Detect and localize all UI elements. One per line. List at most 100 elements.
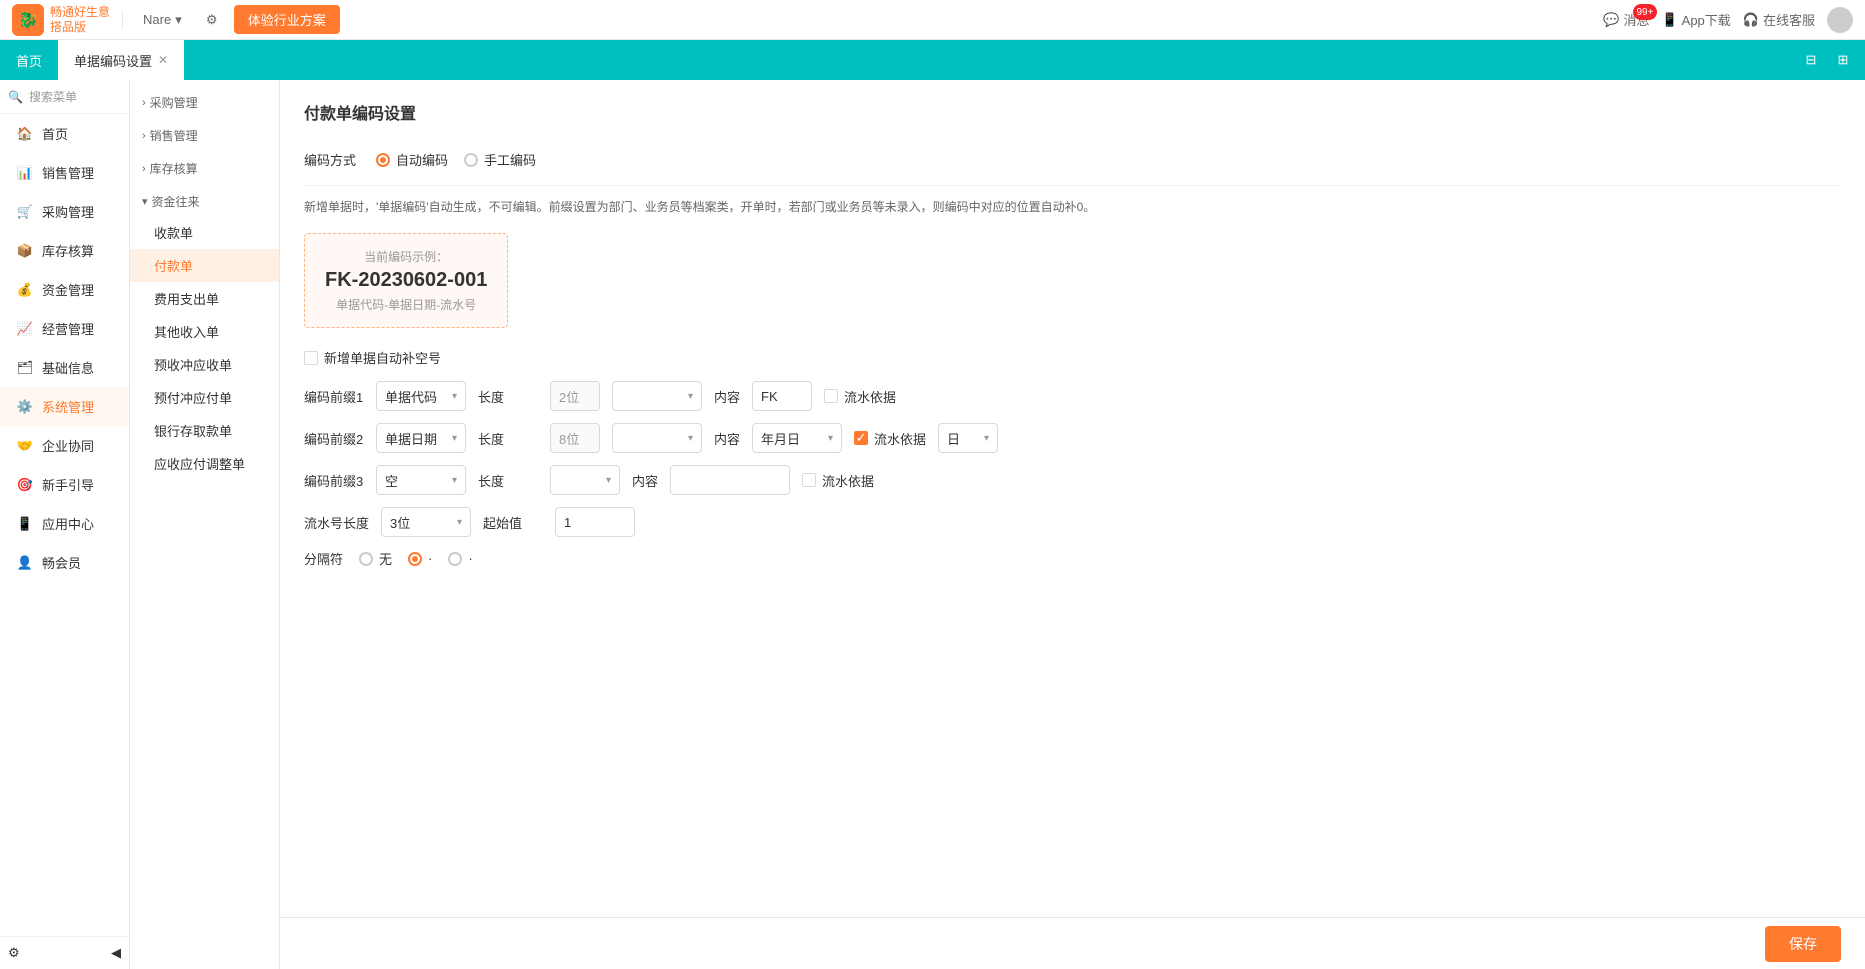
sub-item-prepay-payable[interactable]: 预付冲应付单	[130, 381, 279, 414]
company-selector[interactable]: Nare	[135, 8, 190, 32]
sidebar-item-appcenter[interactable]: 📱 应用中心	[0, 504, 129, 543]
serial1-checkbox[interactable]	[824, 389, 838, 403]
chevron-right-icon3: ›	[142, 163, 146, 175]
auto-encode-radio-circle	[376, 153, 390, 167]
separator-label: 分隔符	[304, 549, 343, 568]
nav-expand-button[interactable]: ⊞	[1829, 46, 1857, 74]
start-value-input[interactable]: 1	[555, 507, 635, 537]
serial3-checkbox[interactable]	[802, 473, 816, 487]
search-icon: 🔍	[8, 90, 23, 104]
sub-item-prepay-receivable[interactable]: 预收冲应收单	[130, 348, 279, 381]
sidebar-item-basic[interactable]: 🗂 基础信息	[0, 348, 129, 387]
sidebar-item-enterprise[interactable]: 🤝 企业协同	[0, 426, 129, 465]
auto-encode-radio[interactable]: 自动编码	[376, 150, 448, 169]
sidebar-bottom: ⚙ ◀	[0, 936, 129, 969]
tab-close-icon[interactable]: ✕	[158, 53, 168, 67]
length1-input: 2位	[550, 381, 600, 411]
divider	[122, 10, 123, 30]
separator-dot-radio[interactable]: ·	[408, 551, 432, 566]
sidebar: 🔍 搜索菜单 🏠 首页 📊 销售管理 🛒 采购管理 📦 库存核算 💰 资金管理 …	[0, 80, 130, 969]
sub-group-purchase-header[interactable]: › 采购管理	[130, 88, 279, 117]
sub-item-receivable-adjust[interactable]: 应收应付调整单	[130, 447, 279, 480]
sidebar-settings-icon[interactable]: ⚙	[8, 945, 20, 961]
layout: 🔍 搜索菜单 🏠 首页 📊 销售管理 🛒 采购管理 📦 库存核算 💰 资金管理 …	[0, 80, 1865, 969]
separator-none-radio[interactable]: 无	[359, 549, 392, 568]
sub-item-receipt[interactable]: 收款单	[130, 216, 279, 249]
serial2-checkbox-label[interactable]: ✓ 流水依据	[854, 429, 926, 448]
appcenter-icon: 📱	[16, 515, 34, 533]
message-button[interactable]: 💬 消息 99+	[1603, 10, 1649, 29]
encode-method-label: 编码方式	[304, 150, 356, 169]
sidebar-search[interactable]: 🔍 搜索菜单	[0, 80, 129, 114]
sub-group-inventory-header[interactable]: › 库存核算	[130, 154, 279, 183]
serial-length-label: 流水号长度	[304, 513, 369, 532]
sidebar-item-purchase[interactable]: 🛒 采购管理	[0, 192, 129, 231]
length2-unit-chevron-icon	[688, 433, 693, 444]
sub-group-capital-header[interactable]: ▾ 资金往来	[130, 187, 279, 216]
app-download-button[interactable]: 📱 App下载	[1661, 10, 1730, 29]
trial-button[interactable]: 体验行业方案	[234, 5, 340, 34]
top-bar-right: 💬 消息 99+ 📱 App下载 🎧 在线客服	[1603, 7, 1853, 33]
sidebar-item-sales[interactable]: 📊 销售管理	[0, 153, 129, 192]
online-service-button[interactable]: 🎧 在线客服	[1743, 10, 1815, 29]
headset-icon: 🎧	[1743, 12, 1759, 28]
home-icon: 🏠	[16, 125, 34, 143]
auto-fill-row: 新增单据自动补空号	[304, 348, 1841, 367]
content2-select[interactable]: 年月日	[752, 423, 842, 453]
serial-length-chevron-icon	[457, 517, 462, 528]
auto-fill-checkbox[interactable]	[304, 351, 318, 365]
length3-unit-select[interactable]	[550, 465, 620, 495]
prefix3-label: 编码前缀3	[304, 471, 364, 490]
content3-label: 内容	[632, 471, 658, 490]
sub-item-payment[interactable]: 付款单	[130, 249, 279, 282]
length2-unit-select[interactable]	[612, 423, 702, 453]
sidebar-item-system[interactable]: ⚙️ 系统管理	[0, 387, 129, 426]
code-preview-box: 当前编码示例： FK-20230602-001 单据代码-单据日期-流水号	[304, 233, 508, 328]
tab-serial-setting[interactable]: 单据编码设置 ✕	[58, 40, 184, 80]
manual-encode-radio[interactable]: 手工编码	[464, 150, 536, 169]
basic-icon: 🗂	[16, 359, 34, 377]
prefix2-select[interactable]: 单据日期	[376, 423, 466, 453]
chevron-down-icon	[175, 12, 182, 28]
tab-home[interactable]: 首页	[0, 40, 58, 80]
sub-item-bank-deposit[interactable]: 银行存取款单	[130, 414, 279, 447]
page-title: 付款单编码设置	[304, 100, 1841, 124]
auto-fill-label: 新增单据自动补空号	[324, 348, 441, 367]
separator-dash-radio[interactable]: ·	[448, 551, 472, 566]
sub-group-sales-header[interactable]: › 销售管理	[130, 121, 279, 150]
length1-unit-select[interactable]	[612, 381, 702, 411]
content3-input[interactable]	[670, 465, 790, 495]
sub-item-expense[interactable]: 费用支出单	[130, 282, 279, 315]
length3-label: 长度	[478, 471, 538, 490]
sidebar-item-guide[interactable]: 🎯 新手引导	[0, 465, 129, 504]
main-content: 付款单编码设置 编码方式 自动编码 手工编码 新增单据时，'单据编码'自动生成，…	[280, 80, 1865, 969]
sidebar-item-home[interactable]: 🏠 首页	[0, 114, 129, 153]
serial1-checkbox-label[interactable]: 流水依据	[824, 387, 896, 406]
sidebar-item-operation[interactable]: 📈 经营管理	[0, 309, 129, 348]
settings-button[interactable]: ⚙	[198, 6, 226, 34]
separator-dot-radio-circle	[408, 552, 422, 566]
serial3-checkbox-label[interactable]: 流水依据	[802, 471, 874, 490]
guide-icon: 🎯	[16, 476, 34, 494]
serial2-checkbox[interactable]: ✓	[854, 431, 868, 445]
code-preview-value: FK-20230602-001	[325, 269, 487, 292]
sub-group-inventory: › 库存核算	[130, 154, 279, 183]
sidebar-item-member[interactable]: 👤 畅会员	[0, 543, 129, 582]
sub-item-other-income[interactable]: 其他收入单	[130, 315, 279, 348]
sidebar-item-inventory[interactable]: 📦 库存核算	[0, 231, 129, 270]
encode-radio-group: 自动编码 手工编码	[376, 150, 536, 169]
sidebar-item-finance[interactable]: 💰 资金管理	[0, 270, 129, 309]
prefix3-select[interactable]: 空	[376, 465, 466, 495]
save-button[interactable]: 保存	[1765, 926, 1841, 962]
logo-icon: 🐉	[12, 4, 44, 36]
content1-input[interactable]: FK	[752, 381, 812, 411]
serial2-unit-select[interactable]: 日	[938, 423, 998, 453]
prefix1-select[interactable]: 单据代码	[376, 381, 466, 411]
manual-encode-radio-circle	[464, 153, 478, 167]
separator-row: 分隔符 无 · ·	[304, 549, 1841, 568]
serial-length-select[interactable]: 3位	[381, 507, 471, 537]
sidebar-collapse-icon[interactable]: ◀	[111, 945, 121, 961]
sub-group-purchase: › 采购管理	[130, 88, 279, 117]
user-avatar[interactable]	[1827, 7, 1853, 33]
nav-minimize-button[interactable]: ⊟	[1797, 46, 1825, 74]
